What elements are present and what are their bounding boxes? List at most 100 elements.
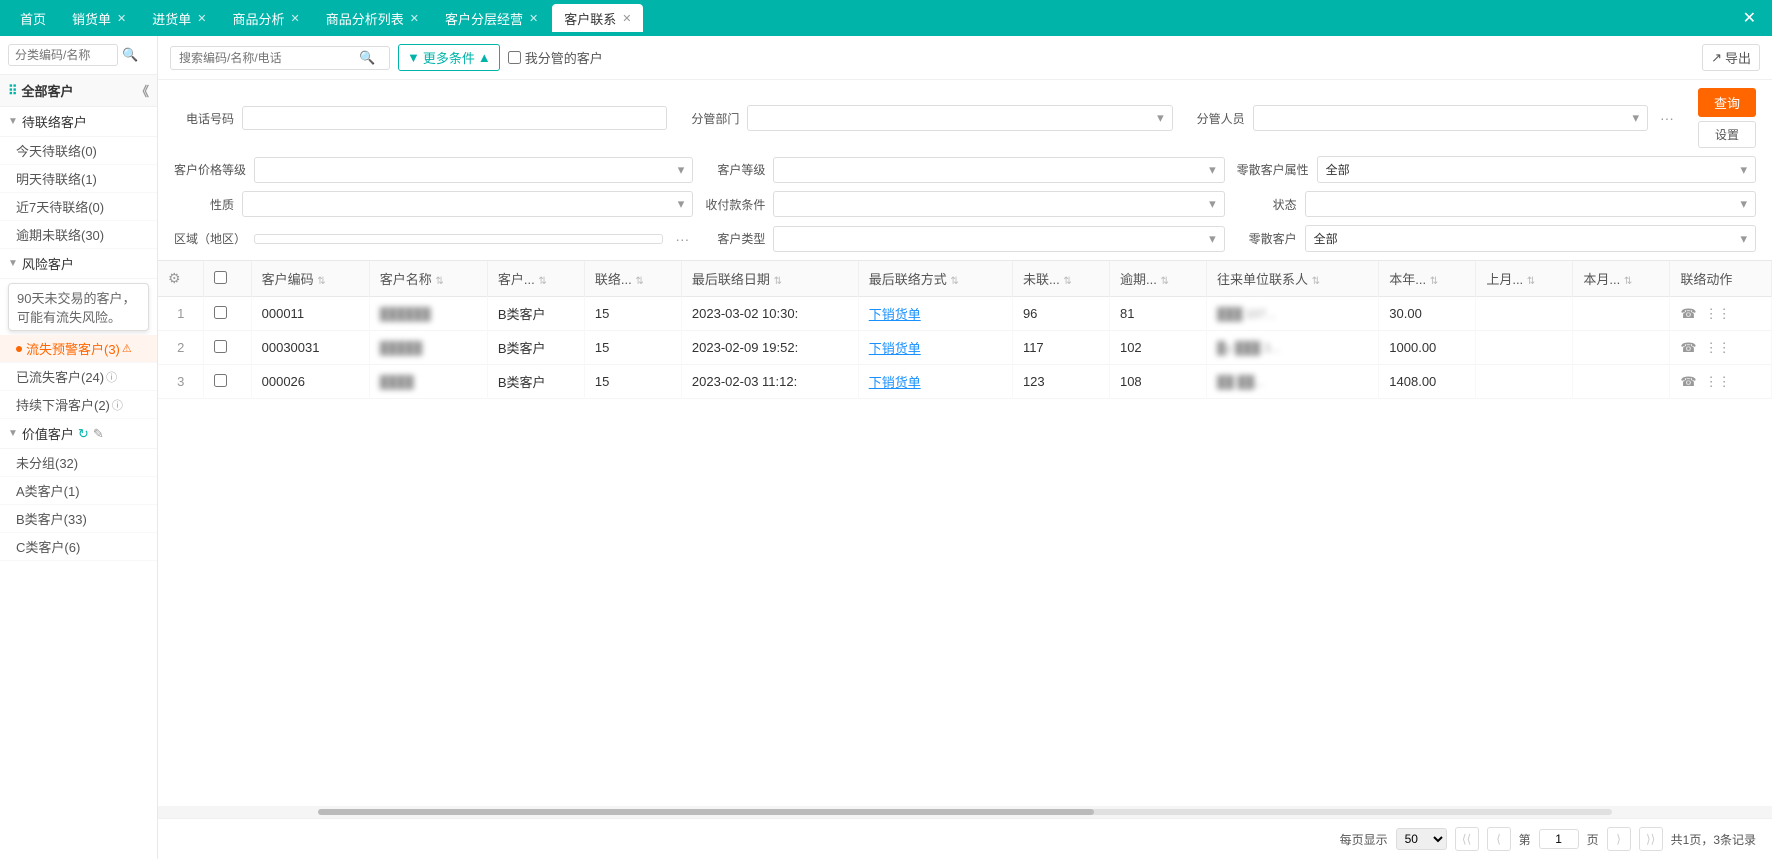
filter-select-scatter[interactable]: 全部 ▾: [1305, 225, 1756, 252]
row-lcw-1[interactable]: 下销货单: [858, 331, 1012, 365]
sort-icon-code: ⇅: [317, 276, 325, 287]
filter-select-region[interactable]: [254, 234, 663, 244]
row-checkbox-0[interactable]: [204, 297, 251, 331]
select-all-checkbox[interactable]: [214, 271, 227, 284]
settings-button[interactable]: 设置: [1698, 121, 1756, 148]
th-checkbox[interactable]: [204, 261, 251, 297]
query-button[interactable]: 查询: [1698, 88, 1756, 117]
first-page-button[interactable]: ⟨⟨: [1455, 827, 1479, 851]
more-dots-region[interactable]: ···: [671, 231, 693, 247]
filter-actions: 查询 设置: [1690, 88, 1756, 148]
horizontal-scrollbar[interactable]: [158, 806, 1772, 818]
filter-select-customer-level[interactable]: ▾: [773, 157, 1224, 183]
th-gear[interactable]: ⚙: [158, 261, 204, 297]
tab-close-purchase-order[interactable]: ✕: [197, 12, 206, 25]
tab-customer-contact[interactable]: 客户联系 ✕: [552, 4, 643, 32]
sidebar-item-class-a[interactable]: A类客户(1): [0, 477, 157, 505]
filter-select-customer-type[interactable]: ▾: [773, 226, 1224, 252]
search-submit-icon[interactable]: 🔍: [359, 50, 375, 66]
row-lcw-0[interactable]: 下销货单: [858, 297, 1012, 331]
page-unit: 页: [1587, 831, 1599, 848]
sidebar-item-class-c[interactable]: C类客户(6): [0, 533, 157, 561]
th-last-contact-way[interactable]: 最后联络方式 ⇅: [858, 261, 1012, 297]
tab-product-analysis[interactable]: 商品分析 ✕: [220, 4, 311, 32]
th-overdue[interactable]: 逾期... ⇅: [1109, 261, 1206, 297]
sidebar-item-churned[interactable]: 已流失客户(24) ⓘ: [0, 363, 157, 391]
th-customer-type[interactable]: 客户... ⇅: [487, 261, 584, 297]
tab-purchase-order[interactable]: 进货单 ✕: [140, 4, 218, 32]
th-last-contact-date[interactable]: 最后联络日期 ⇅: [681, 261, 858, 297]
row-overdue-0: 81: [1109, 297, 1206, 331]
phone-icon-0[interactable]: ☎: [1680, 306, 1696, 322]
row-action-0: ☎ ⋮⋮: [1670, 297, 1772, 331]
sidebar-search-input[interactable]: [8, 44, 118, 66]
sidebar-group-risk[interactable]: ▼ 风险客户: [0, 249, 157, 279]
phone-icon-2[interactable]: ☎: [1680, 374, 1696, 390]
th-last-month[interactable]: 上月... ⇅: [1476, 261, 1573, 297]
sidebar-item-today-contact[interactable]: 今天待联络(0): [0, 137, 157, 165]
th-this-month[interactable]: 本月... ⇅: [1573, 261, 1670, 297]
sidebar-item-ungrouped[interactable]: 未分组(32): [0, 449, 157, 477]
filter-select-payment[interactable]: ▾: [773, 191, 1224, 217]
page-size-select[interactable]: 50 20 100: [1396, 828, 1447, 850]
collapse-icon[interactable]: 《: [136, 81, 149, 100]
filter-select-status[interactable]: ▾: [1305, 191, 1756, 217]
tab-close-product-analysis[interactable]: ✕: [291, 12, 300, 25]
tab-close-customer-segmentation[interactable]: ✕: [529, 12, 538, 25]
filter-field-status: 状态 ▾: [1237, 191, 1756, 217]
sidebar-item-tomorrow-contact[interactable]: 明天待联络(1): [0, 165, 157, 193]
th-contact[interactable]: 联络... ⇅: [584, 261, 681, 297]
more-icon-2[interactable]: ⋮⋮: [1705, 374, 1731, 390]
refresh-icon[interactable]: ↻: [78, 426, 89, 442]
tab-customer-segmentation[interactable]: 客户分层经营 ✕: [433, 4, 550, 32]
row-checkbox-2[interactable]: [204, 365, 251, 399]
row-checkbox-1[interactable]: [204, 331, 251, 365]
all-customers-header[interactable]: ⠿ 全部客户 《: [0, 75, 157, 107]
filter-select-nature[interactable]: ▾: [242, 191, 693, 217]
last-page-button[interactable]: ⟩⟩: [1639, 827, 1663, 851]
sidebar-item-overdue-contact[interactable]: 逾期未联络(30): [0, 221, 157, 249]
tab-sales-order[interactable]: 销货单 ✕: [60, 4, 138, 32]
edit-icon[interactable]: ✎: [93, 426, 104, 442]
row-lcw-2[interactable]: 下销货单: [858, 365, 1012, 399]
sidebar-group-pending[interactable]: ▼ 待联络客户: [0, 107, 157, 137]
tab-close-customer-contact[interactable]: ✕: [622, 12, 631, 25]
prev-page-button[interactable]: ⟨: [1487, 827, 1511, 851]
scrollbar-thumb[interactable]: [318, 809, 1094, 815]
filter-select-manager[interactable]: ▾: [1253, 105, 1648, 131]
more-filter-button[interactable]: ▼ 更多条件 ▲: [398, 44, 500, 71]
filter-select-scatter-attr[interactable]: 全部 ▾: [1317, 156, 1756, 183]
phone-icon-1[interactable]: ☎: [1680, 340, 1696, 356]
my-customer-checkbox[interactable]: [508, 51, 521, 64]
page-input[interactable]: [1539, 829, 1579, 849]
th-this-year[interactable]: 本年... ⇅: [1379, 261, 1476, 297]
export-button[interactable]: ↗ 导出: [1702, 44, 1760, 71]
my-customer-checkbox-area[interactable]: 我分管的客户: [508, 48, 603, 67]
filter-input-phone[interactable]: [242, 106, 667, 130]
arrow-down-icon-value: ▼: [8, 428, 18, 439]
more-dots-manager[interactable]: ···: [1656, 110, 1678, 126]
filter-select-dept[interactable]: ▾: [747, 105, 1172, 131]
next-page-button[interactable]: ⟩: [1607, 827, 1631, 851]
search-input[interactable]: [179, 51, 359, 65]
pagination: 每页显示 50 20 100 ⟨⟨ ⟨ 第 页 ⟩ ⟩⟩ 共1页，3条记录: [158, 818, 1772, 859]
filter-select-price-level[interactable]: ▾: [254, 157, 693, 183]
window-close-button[interactable]: ✕: [1735, 8, 1764, 28]
th-unit-contact[interactable]: 往来单位联系人 ⇅: [1207, 261, 1379, 297]
more-icon-1[interactable]: ⋮⋮: [1705, 340, 1731, 356]
tab-close-product-analysis-list[interactable]: ✕: [410, 12, 419, 25]
tab-product-analysis-list[interactable]: 商品分析列表 ✕: [314, 4, 431, 32]
sidebar-item-churn-warning[interactable]: 流失预警客户(3) ⚠: [0, 335, 157, 363]
th-uncontact[interactable]: 未联... ⇅: [1012, 261, 1109, 297]
tab-close-sales-order[interactable]: ✕: [117, 12, 126, 25]
sidebar-item-class-b[interactable]: B类客户(33): [0, 505, 157, 533]
sort-icon-ty: ⇅: [1430, 276, 1438, 287]
tab-bar: 首页 销货单 ✕ 进货单 ✕ 商品分析 ✕ 商品分析列表 ✕ 客户分层经营 ✕ …: [0, 0, 1772, 36]
th-customer-name[interactable]: 客户名称 ⇅: [369, 261, 487, 297]
tab-homepage[interactable]: 首页: [8, 4, 58, 32]
sidebar-item-7day-contact[interactable]: 近7天待联络(0): [0, 193, 157, 221]
th-customer-code[interactable]: 客户编码 ⇅: [251, 261, 369, 297]
sidebar-item-declining[interactable]: 持续下滑客户(2) ⓘ: [0, 391, 157, 419]
more-icon-0[interactable]: ⋮⋮: [1705, 306, 1731, 322]
sidebar-group-value[interactable]: ▼ 价值客户 ↻ ✎: [0, 419, 157, 449]
